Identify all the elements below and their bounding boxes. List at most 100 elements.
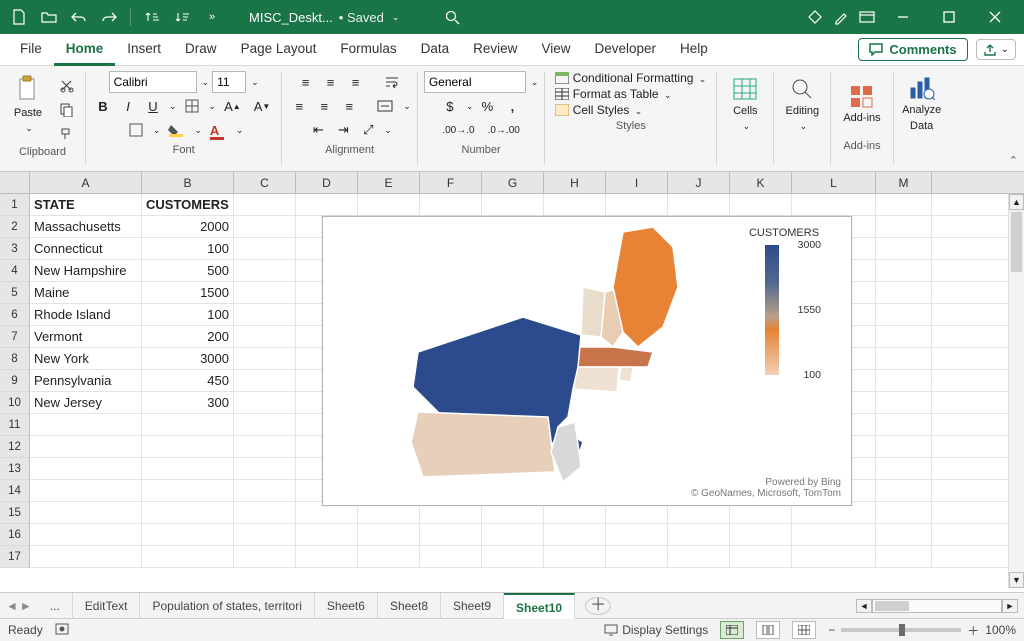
redo-icon[interactable] <box>96 4 122 30</box>
scroll-left-icon[interactable]: ◄ <box>856 599 872 613</box>
cell[interactable] <box>606 524 668 545</box>
paste-button[interactable]: Paste ⌄ <box>6 70 50 138</box>
row-header[interactable]: 8 <box>0 348 30 370</box>
normal-view-icon[interactable] <box>720 621 744 639</box>
row-header[interactable]: 9 <box>0 370 30 392</box>
cell[interactable] <box>482 194 544 215</box>
cell[interactable]: 300 <box>142 392 234 413</box>
pencil-icon[interactable] <box>828 4 854 30</box>
decrease-indent-icon[interactable]: ⇤ <box>307 119 329 141</box>
scroll-up-icon[interactable]: ▲ <box>1009 194 1024 210</box>
cell[interactable] <box>234 458 296 479</box>
cell[interactable] <box>142 480 234 501</box>
zoom-in-button[interactable]: ＋ <box>967 622 979 639</box>
fill-color-icon[interactable] <box>163 119 189 141</box>
row-header[interactable]: 12 <box>0 436 30 458</box>
cell[interactable] <box>234 326 296 347</box>
cell[interactable]: 500 <box>142 260 234 281</box>
cell[interactable] <box>544 524 606 545</box>
cell[interactable] <box>606 194 668 215</box>
column-header[interactable]: F <box>420 172 482 193</box>
title-dropdown-icon[interactable]: ⌄ <box>392 12 400 23</box>
sheet-tab[interactable]: Sheet8 <box>378 593 441 619</box>
cell[interactable] <box>876 238 932 259</box>
column-header[interactable]: D <box>296 172 358 193</box>
cell[interactable]: 100 <box>142 304 234 325</box>
align-left-icon[interactable]: ≡ <box>288 95 310 117</box>
decrease-font-icon[interactable]: A▼ <box>249 95 276 117</box>
column-header[interactable]: L <box>792 172 876 193</box>
cell[interactable] <box>876 458 932 479</box>
cell[interactable]: New York <box>30 348 142 369</box>
page-layout-view-icon[interactable] <box>756 621 780 639</box>
chevron-down-icon[interactable]: ⌄ <box>251 77 259 88</box>
cell[interactable]: Pennsylvania <box>30 370 142 391</box>
ribbon-mode-icon[interactable] <box>854 4 880 30</box>
cell[interactable] <box>30 546 142 567</box>
comma-icon[interactable]: , <box>501 95 523 117</box>
align-middle-icon[interactable]: ≡ <box>320 71 342 93</box>
sheet-tab[interactable]: Sheet10 <box>504 593 575 619</box>
cell[interactable] <box>296 524 358 545</box>
tab-review[interactable]: Review <box>461 34 529 66</box>
cell[interactable] <box>358 524 420 545</box>
cell[interactable] <box>234 502 296 523</box>
undo-icon[interactable] <box>66 4 92 30</box>
row-header[interactable]: 10 <box>0 392 30 414</box>
cell[interactable] <box>142 458 234 479</box>
conditional-formatting-button[interactable]: Conditional Formatting ⌄ <box>551 70 710 86</box>
diamond-icon[interactable] <box>802 4 828 30</box>
sheet-tab[interactable]: Sheet9 <box>441 593 504 619</box>
cell[interactable] <box>544 194 606 215</box>
align-bottom-icon[interactable]: ≡ <box>345 71 367 93</box>
bold-button[interactable]: B <box>92 95 114 117</box>
row-header[interactable]: 11 <box>0 414 30 436</box>
align-center-icon[interactable]: ≡ <box>313 95 335 117</box>
tab-nav-next-icon[interactable]: ► <box>20 599 32 613</box>
row-header[interactable]: 14 <box>0 480 30 502</box>
cell[interactable] <box>234 392 296 413</box>
cell[interactable] <box>142 436 234 457</box>
increase-decimal-icon[interactable]: .00→.0 <box>437 119 479 141</box>
cell[interactable] <box>876 304 932 325</box>
cell[interactable] <box>234 282 296 303</box>
cell[interactable] <box>296 546 358 567</box>
tab-developer[interactable]: Developer <box>582 34 668 66</box>
comments-button[interactable]: Comments <box>858 38 967 61</box>
sheet-tab[interactable]: ... <box>38 593 73 619</box>
column-header[interactable]: G <box>482 172 544 193</box>
tab-draw[interactable]: Draw <box>173 34 229 66</box>
analyze-data-button[interactable]: Analyze Data <box>900 70 944 138</box>
page-break-view-icon[interactable] <box>792 621 816 639</box>
cell[interactable]: 2000 <box>142 216 234 237</box>
search-icon[interactable] <box>439 4 465 30</box>
cell[interactable] <box>876 216 932 237</box>
cell[interactable]: CUSTOMERS <box>142 194 234 215</box>
cell[interactable] <box>234 480 296 501</box>
tab-data[interactable]: Data <box>409 34 462 66</box>
cell[interactable] <box>876 326 932 347</box>
cell[interactable] <box>876 414 932 435</box>
column-header[interactable]: B <box>142 172 234 193</box>
cell[interactable] <box>876 348 932 369</box>
cell[interactable] <box>876 282 932 303</box>
maximize-button[interactable] <box>926 0 972 34</box>
cell[interactable]: New Hampshire <box>30 260 142 281</box>
copy-icon[interactable] <box>54 98 79 120</box>
column-header[interactable]: I <box>606 172 668 193</box>
cell[interactable] <box>234 348 296 369</box>
zoom-slider[interactable] <box>841 628 961 632</box>
increase-font-icon[interactable]: A▲ <box>219 95 246 117</box>
cell[interactable] <box>876 480 932 501</box>
tab-page-layout[interactable]: Page Layout <box>229 34 329 66</box>
cell[interactable] <box>296 194 358 215</box>
cell[interactable] <box>792 524 876 545</box>
cell[interactable] <box>142 502 234 523</box>
row-header[interactable]: 15 <box>0 502 30 524</box>
cell[interactable]: 3000 <box>142 348 234 369</box>
cell[interactable] <box>30 502 142 523</box>
decrease-decimal-icon[interactable]: .0→.00 <box>483 119 525 141</box>
cell[interactable]: 1500 <box>142 282 234 303</box>
editing-button[interactable]: Editing⌄ <box>780 70 824 138</box>
cell[interactable] <box>234 370 296 391</box>
